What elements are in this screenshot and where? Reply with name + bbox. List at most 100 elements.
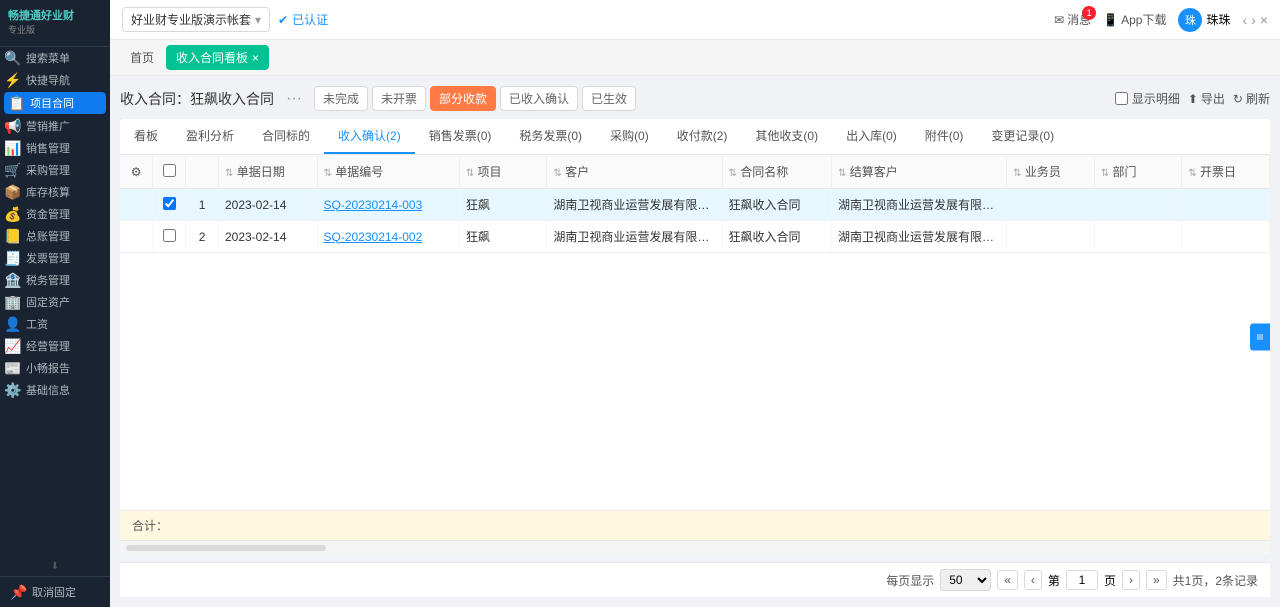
row-billno-1[interactable]: SQ-20230214-002: [317, 221, 459, 253]
row-contract-1: 狂飙收入合同: [722, 221, 831, 253]
sales-label: 销售管理: [26, 140, 70, 156]
settings-icon[interactable]: ⚙: [131, 165, 142, 179]
sidebar-item-ops[interactable]: 📈 经营管理: [0, 335, 110, 357]
th-staff: ⇅ 业务员: [1007, 155, 1095, 189]
prev-page-btn[interactable]: ‹: [1024, 570, 1042, 590]
sidebar-item-invoice[interactable]: 🧾 发票管理: [0, 247, 110, 269]
logo-text: 畅捷通好业财: [8, 10, 74, 23]
tax-icon: 🏦: [4, 271, 22, 289]
row-contract-0: 狂飙收入合同: [722, 189, 831, 221]
status-btn-1[interactable]: 未开票: [372, 86, 426, 111]
subtab-3[interactable]: 收入确认(2): [324, 119, 415, 154]
page-input[interactable]: [1066, 570, 1098, 590]
sidebar-item-inventory[interactable]: 📦 库存核算: [0, 181, 110, 203]
sidebar-item-purchase[interactable]: 🛒 采购管理: [0, 159, 110, 181]
sidebar-item-fixed-assets[interactable]: 🏢 固定资产: [0, 291, 110, 313]
sidebar-item-hr[interactable]: 👤 工资: [0, 313, 110, 335]
search-menu[interactable]: 🔍 搜索菜单: [0, 47, 110, 69]
status-btn-0[interactable]: 未完成: [314, 86, 368, 111]
table-row[interactable]: 2 2023-02-14 SQ-20230214-002 狂飙 湖南卫视商业运营…: [120, 221, 1270, 253]
export-btn[interactable]: ⬆ 导出: [1188, 90, 1225, 107]
sidebar-item-general-ledger[interactable]: 📒 总账管理: [0, 225, 110, 247]
show-detail-checkbox[interactable]: [1115, 92, 1128, 105]
per-page-select[interactable]: 50 100 200: [940, 569, 991, 591]
certified-badge: ✔ 已认证: [278, 11, 328, 28]
subtab-11[interactable]: 变更记录(0): [977, 119, 1068, 154]
subtab-5[interactable]: 税务发票(0): [505, 119, 596, 154]
subtab-4[interactable]: 销售发票(0): [415, 119, 506, 154]
unpin-button[interactable]: 📌 取消固定: [0, 576, 110, 607]
subtab-7[interactable]: 收付款(2): [663, 119, 742, 154]
subtab-8[interactable]: 其他收支(0): [741, 119, 832, 154]
th-dept: ⇅ 部门: [1094, 155, 1182, 189]
sidebar-item-tax[interactable]: 🏦 税务管理: [0, 269, 110, 291]
main-area: 好业财专业版演示帐套 ▾ ✔ 已认证 ✉ 消息 1 📱 App下载 珠 珠珠 ‹: [110, 0, 1280, 607]
row-billno-0[interactable]: SQ-20230214-003: [317, 189, 459, 221]
refresh-btn[interactable]: ↻ 刷新: [1233, 90, 1270, 107]
records-table: ⚙ ⇅ 单据日期 ⇅ 单据编号 ⇅ 项目 ⇅ 客户 ⇅ 合同名称 ⇅ 结算客户 …: [120, 155, 1270, 253]
tab-income-contract[interactable]: 收入合同看板 ×: [166, 45, 269, 70]
page-suffix: 页: [1104, 572, 1116, 589]
sidebar-item-sales[interactable]: 📊 销售管理: [0, 137, 110, 159]
certified-label: 已认证: [292, 11, 328, 28]
company-selector[interactable]: 好业财专业版演示帐套 ▾: [122, 7, 270, 32]
show-detail-toggle[interactable]: 显示明细: [1115, 90, 1180, 107]
row-settled-1: 湖南卫视商业运营发展有限公司: [832, 221, 1007, 253]
subtab-2[interactable]: 合同标的: [248, 119, 324, 154]
subtab-10[interactable]: 附件(0): [911, 119, 978, 154]
quick-nav[interactable]: ⚡ 快捷导航: [0, 69, 110, 91]
app-download-btn[interactable]: 📱 App下载: [1103, 11, 1166, 28]
funds-icon: 💰: [4, 205, 22, 223]
tab-close-icon[interactable]: ×: [252, 51, 259, 65]
dropdown-icon: ▾: [255, 13, 261, 27]
last-page-btn[interactable]: »: [1146, 570, 1167, 590]
row-check-1[interactable]: [153, 221, 186, 253]
subtab-6[interactable]: 采购(0): [596, 119, 663, 154]
message-icon: ✉: [1054, 13, 1064, 27]
th-customer: ⇅ 客户: [547, 155, 722, 189]
sidebar-item-marketing[interactable]: 📢 营销推广: [0, 115, 110, 137]
sidebar-item-report[interactable]: 📰 小畅报告: [0, 357, 110, 379]
th-contract: ⇅ 合同名称: [722, 155, 831, 189]
nav-forward-btn[interactable]: ›: [1251, 12, 1256, 28]
row-check-0[interactable]: [153, 189, 186, 221]
subtab-9[interactable]: 出入库(0): [832, 119, 911, 154]
inventory-icon: 📦: [4, 183, 22, 201]
sidebar-logo: 畅捷通好业财 专业版: [0, 0, 110, 47]
table-header-row: ⚙ ⇅ 单据日期 ⇅ 单据编号 ⇅ 项目 ⇅ 客户 ⇅ 合同名称 ⇅ 结算客户 …: [120, 155, 1270, 189]
user-info[interactable]: 珠 珠珠: [1178, 8, 1230, 32]
row-dept-0: [1094, 189, 1182, 221]
tabbar: 首页 收入合同看板 ×: [110, 40, 1280, 76]
next-page-btn[interactable]: ›: [1122, 570, 1140, 590]
first-page-btn[interactable]: «: [997, 570, 1018, 590]
pin-icon: 📌: [10, 583, 28, 601]
basic-icon: ⚙️: [4, 381, 22, 399]
user-name: 珠珠: [1206, 11, 1230, 28]
th-bill-date: ⇅ 开票日: [1182, 155, 1270, 189]
window-close-btn[interactable]: ×: [1260, 12, 1268, 28]
app-icon: 📱: [1103, 13, 1118, 27]
status-btn-4[interactable]: 已生效: [582, 86, 636, 111]
table-container[interactable]: ⚙ ⇅ 单据日期 ⇅ 单据编号 ⇅ 项目 ⇅ 客户 ⇅ 合同名称 ⇅ 结算客户 …: [120, 155, 1270, 510]
invoice-label: 发票管理: [26, 250, 70, 266]
sidebar-item-basic[interactable]: ⚙️ 基础信息: [0, 379, 110, 401]
report-label: 小畅报告: [26, 360, 70, 376]
subtab-0[interactable]: 看板: [120, 119, 172, 154]
table-row[interactable]: 1 2023-02-14 SQ-20230214-003 狂飙 湖南卫视商业运营…: [120, 189, 1270, 221]
nav-back-btn[interactable]: ‹: [1242, 12, 1247, 28]
row-settings-1: [120, 221, 153, 253]
sidebar-item-funds[interactable]: 💰 资金管理: [0, 203, 110, 225]
more-actions-btn[interactable]: ···: [282, 90, 306, 108]
subtab-1[interactable]: 盈利分析: [172, 119, 248, 154]
sidebar-item-project-contract[interactable]: 📋 项目合同: [4, 92, 106, 114]
status-btn-2[interactable]: 部分收款: [430, 86, 496, 111]
message-btn[interactable]: ✉ 消息 1: [1054, 11, 1091, 28]
general-ledger-icon: 📒: [4, 227, 22, 245]
row-settled-0: 湖南卫视商业运营发展有限公司: [832, 189, 1007, 221]
tab-home[interactable]: 首页: [122, 45, 162, 70]
select-all-checkbox[interactable]: [163, 164, 176, 177]
total-label: 合计：: [132, 517, 168, 534]
app-label: App下载: [1121, 11, 1166, 28]
right-float-btn[interactable]: ≡: [1250, 323, 1270, 350]
status-btn-3[interactable]: 已收入确认: [500, 86, 578, 111]
